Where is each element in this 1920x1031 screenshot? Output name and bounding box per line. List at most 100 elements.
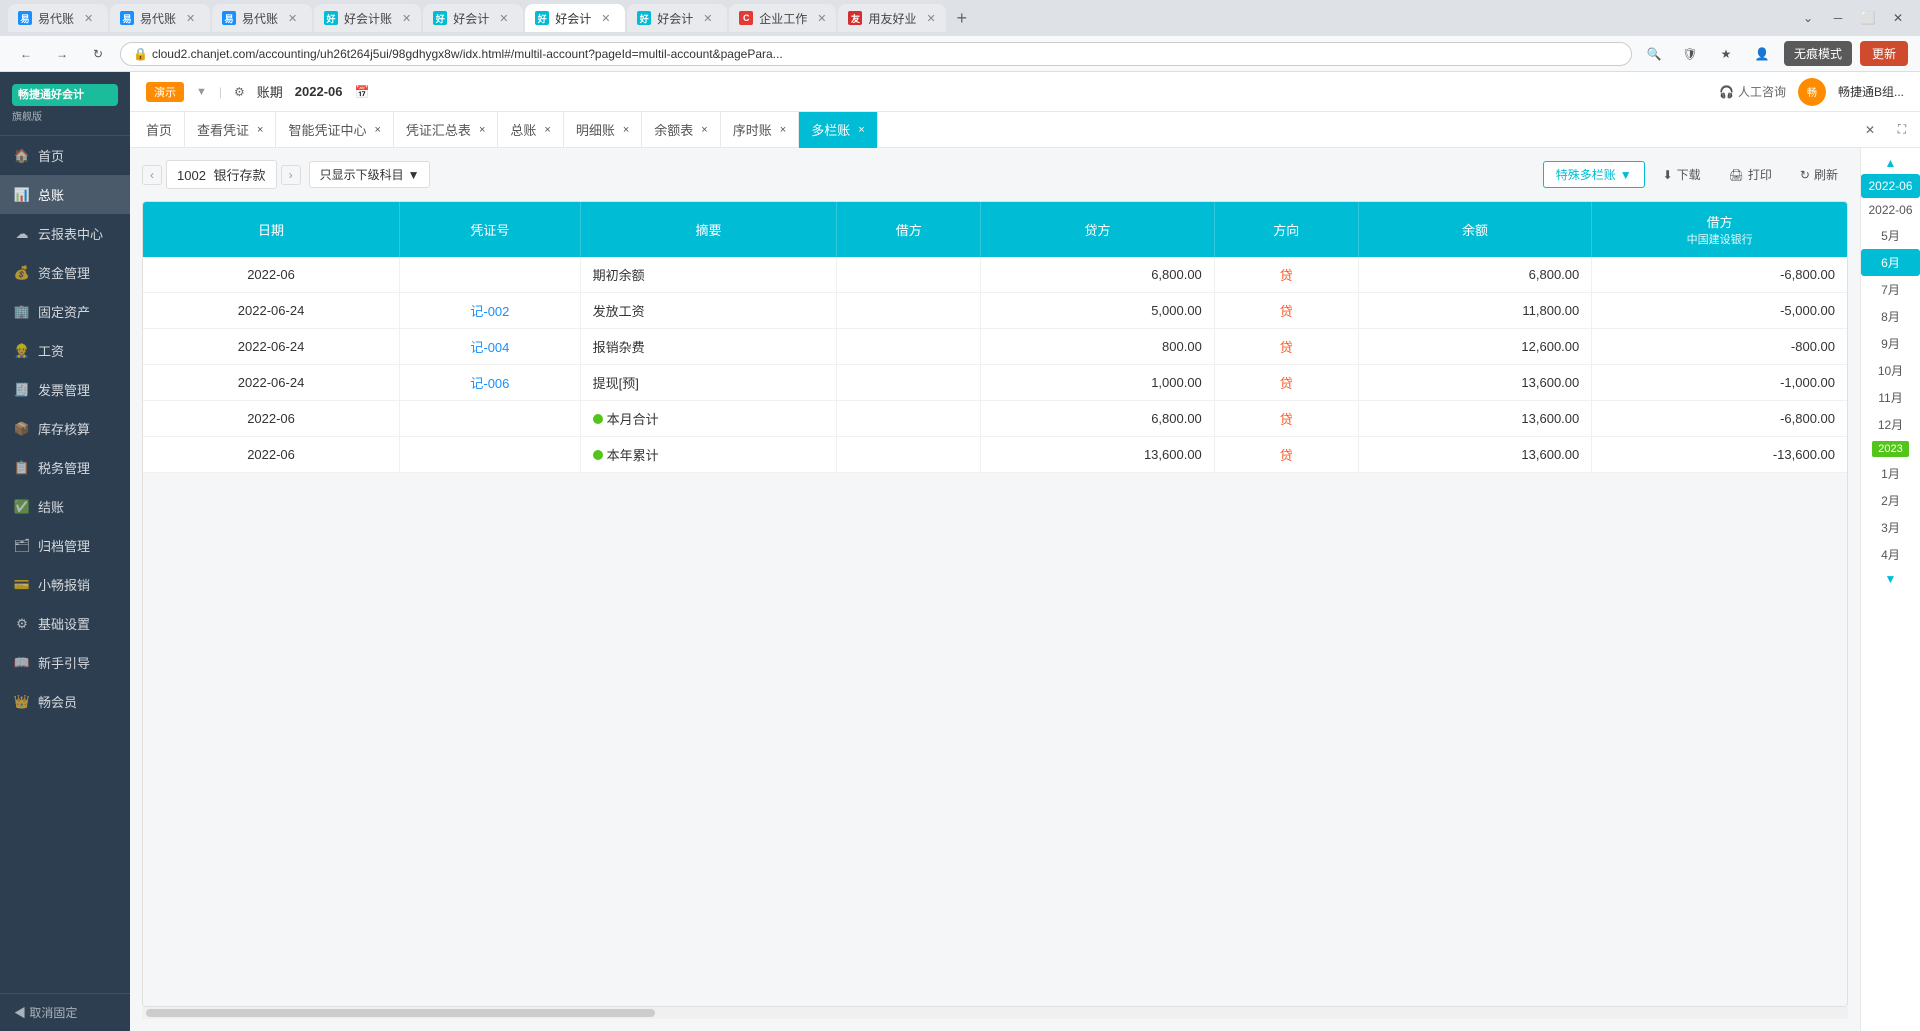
tab-sequence-close[interactable]: ×: [780, 124, 786, 136]
tab-close-4[interactable]: ✕: [402, 12, 411, 25]
tab-general-ledger[interactable]: 总账 ×: [498, 112, 563, 148]
tab-multi-column-close[interactable]: ×: [858, 124, 864, 136]
unpin-button[interactable]: ◀ 取消固定: [0, 993, 130, 1031]
tab-1[interactable]: 易 易代账 ✕: [8, 4, 108, 32]
tab-close-6[interactable]: ✕: [601, 12, 610, 25]
date-item-october[interactable]: 10月: [1861, 357, 1920, 384]
new-tab-button[interactable]: +: [948, 4, 976, 32]
tab-4[interactable]: 好 好会计账 ✕: [314, 4, 421, 32]
settings-gear-icon[interactable]: ⚙: [234, 85, 245, 99]
sidebar-item-settings[interactable]: ⚙ 基础设置: [0, 604, 130, 643]
prev-account-button[interactable]: ‹: [142, 165, 162, 185]
sidebar-item-settle[interactable]: ✅ 结账: [0, 487, 130, 526]
tab-close-2[interactable]: ✕: [186, 12, 195, 25]
sidebar-item-expense[interactable]: 💳 小畅报销: [0, 565, 130, 604]
date-item-may[interactable]: 5月: [1861, 222, 1920, 249]
sidebar-item-ledger[interactable]: 📊 总账: [0, 175, 130, 214]
print-button[interactable]: 🖨 打印: [1719, 162, 1782, 187]
demo-dropdown-arrow[interactable]: ▼: [196, 86, 207, 98]
year-2023-badge[interactable]: 2023: [1872, 441, 1908, 457]
tab-6[interactable]: 好 好会计 ✕: [525, 4, 625, 32]
bookmark-button[interactable]: ★: [1712, 40, 1740, 68]
tab-detail-ledger[interactable]: 明细账 ×: [564, 112, 642, 148]
update-button[interactable]: 更新: [1860, 41, 1908, 66]
voucher-link[interactable]: 记-004: [470, 340, 509, 355]
date-item-feb-2023[interactable]: 2月: [1861, 487, 1920, 514]
profile-button[interactable]: 👤: [1748, 40, 1776, 68]
sidebar-item-archive[interactable]: 🗂 归档管理: [0, 526, 130, 565]
download-button[interactable]: ⬇ 下载: [1653, 162, 1711, 187]
search-button[interactable]: 🔍: [1640, 40, 1668, 68]
sidebar-item-invoice[interactable]: 🧾 发票管理: [0, 370, 130, 409]
tab-home[interactable]: 首页: [134, 112, 185, 148]
tab-voucher-summary[interactable]: 凭证汇总表 ×: [394, 112, 498, 148]
tab-close-1[interactable]: ✕: [84, 12, 93, 25]
date-item-jan-2023[interactable]: 1月: [1861, 460, 1920, 487]
tab-8[interactable]: C 企业工作 ✕: [729, 4, 836, 32]
date-item-november[interactable]: 11月: [1861, 384, 1920, 411]
date-item-june[interactable]: 6月: [1861, 249, 1920, 276]
sidebar-item-guide[interactable]: 📖 新手引导: [0, 643, 130, 682]
forward-button[interactable]: →: [48, 40, 76, 68]
tab-smart-voucher[interactable]: 智能凭证中心 ×: [276, 112, 393, 148]
url-bar[interactable]: 🔒 cloud2.chanjet.com/accounting/uh26t264…: [120, 42, 1632, 66]
tab-2[interactable]: 易 易代账 ✕: [110, 4, 210, 32]
tab-detail-ledger-close[interactable]: ×: [623, 124, 629, 136]
date-item-december[interactable]: 12月: [1861, 411, 1920, 438]
date-item-july[interactable]: 7月: [1861, 276, 1920, 303]
tab-7[interactable]: 好 好会计 ✕: [627, 4, 727, 32]
sidebar-item-vip[interactable]: 👑 畅会员: [0, 682, 130, 721]
tab-smart-voucher-close[interactable]: ×: [374, 124, 380, 136]
sidebar-item-wage[interactable]: 👷 工资: [0, 331, 130, 370]
date-item-2022-06-1[interactable]: 2022-06: [1861, 174, 1920, 198]
sidebar-item-report[interactable]: ☁ 云报表中心: [0, 214, 130, 253]
next-account-button[interactable]: ›: [281, 165, 301, 185]
restore-button[interactable]: ⬜: [1854, 4, 1882, 32]
sidebar-item-inventory[interactable]: 📦 库存核算: [0, 409, 130, 448]
tab-close-8[interactable]: ✕: [817, 12, 826, 25]
sidebar-item-asset[interactable]: 🏢 固定资产: [0, 292, 130, 331]
sidebar-item-tax[interactable]: 📋 税务管理: [0, 448, 130, 487]
collapse-left-button[interactable]: ✕: [1856, 116, 1884, 144]
tab-close-3[interactable]: ✕: [288, 12, 297, 25]
refresh-button[interactable]: ↻ 刷新: [1790, 162, 1848, 187]
tab-close-5[interactable]: ✕: [499, 12, 508, 25]
tab-view-voucher[interactable]: 查看凭证 ×: [185, 112, 276, 148]
tab-balance-close[interactable]: ×: [701, 124, 707, 136]
tab-list-button[interactable]: ⌄: [1794, 4, 1822, 32]
tab-voucher-summary-close[interactable]: ×: [479, 124, 485, 136]
special-multi-column-button[interactable]: 特殊多栏账 ▼: [1543, 161, 1645, 188]
date-item-2022-06-2[interactable]: 2022-06: [1861, 198, 1920, 222]
sidebar-item-fund[interactable]: 💰 资金管理: [0, 253, 130, 292]
sidebar-item-home[interactable]: 🏠 首页: [0, 136, 130, 175]
date-item-mar-2023[interactable]: 3月: [1861, 514, 1920, 541]
date-item-september[interactable]: 9月: [1861, 330, 1920, 357]
horizontal-scrollbar[interactable]: [142, 1007, 1848, 1019]
calendar-icon[interactable]: 📅: [355, 85, 370, 99]
date-scroll-up[interactable]: ▲: [1861, 152, 1920, 174]
tab-balance[interactable]: 余额表 ×: [642, 112, 720, 148]
date-item-apr-2023[interactable]: 4月: [1861, 541, 1920, 568]
voucher-link[interactable]: 记-002: [470, 304, 509, 319]
shield-button[interactable]: 🛡: [1676, 40, 1704, 68]
reload-button[interactable]: ↻: [84, 40, 112, 68]
voucher-link[interactable]: 记-006: [470, 376, 509, 391]
filter-dropdown[interactable]: 只显示下级科目 ▼: [309, 161, 431, 188]
close-button[interactable]: ✕: [1884, 4, 1912, 32]
consult-button[interactable]: 🎧 人工咨询: [1719, 83, 1786, 100]
tab-3[interactable]: 易 易代账 ✕: [212, 4, 312, 32]
tab-5[interactable]: 好 好会计 ✕: [423, 4, 523, 32]
tab-sequence[interactable]: 序时账 ×: [721, 112, 799, 148]
tab-multi-column[interactable]: 多栏账 ×: [799, 112, 877, 148]
incognito-button[interactable]: 无痕模式: [1784, 41, 1852, 66]
tab-general-ledger-close[interactable]: ×: [544, 124, 550, 136]
date-scroll-down[interactable]: ▼: [1861, 568, 1920, 590]
minimize-button[interactable]: ─: [1824, 4, 1852, 32]
date-item-august[interactable]: 8月: [1861, 303, 1920, 330]
tab-close-9[interactable]: ✕: [926, 12, 935, 25]
tab-close-7[interactable]: ✕: [703, 12, 712, 25]
expand-button[interactable]: ⛶: [1888, 116, 1916, 144]
tab-view-voucher-close[interactable]: ×: [257, 124, 263, 136]
back-button[interactable]: ←: [12, 40, 40, 68]
tab-9[interactable]: 友 用友好业 ✕: [838, 4, 945, 32]
